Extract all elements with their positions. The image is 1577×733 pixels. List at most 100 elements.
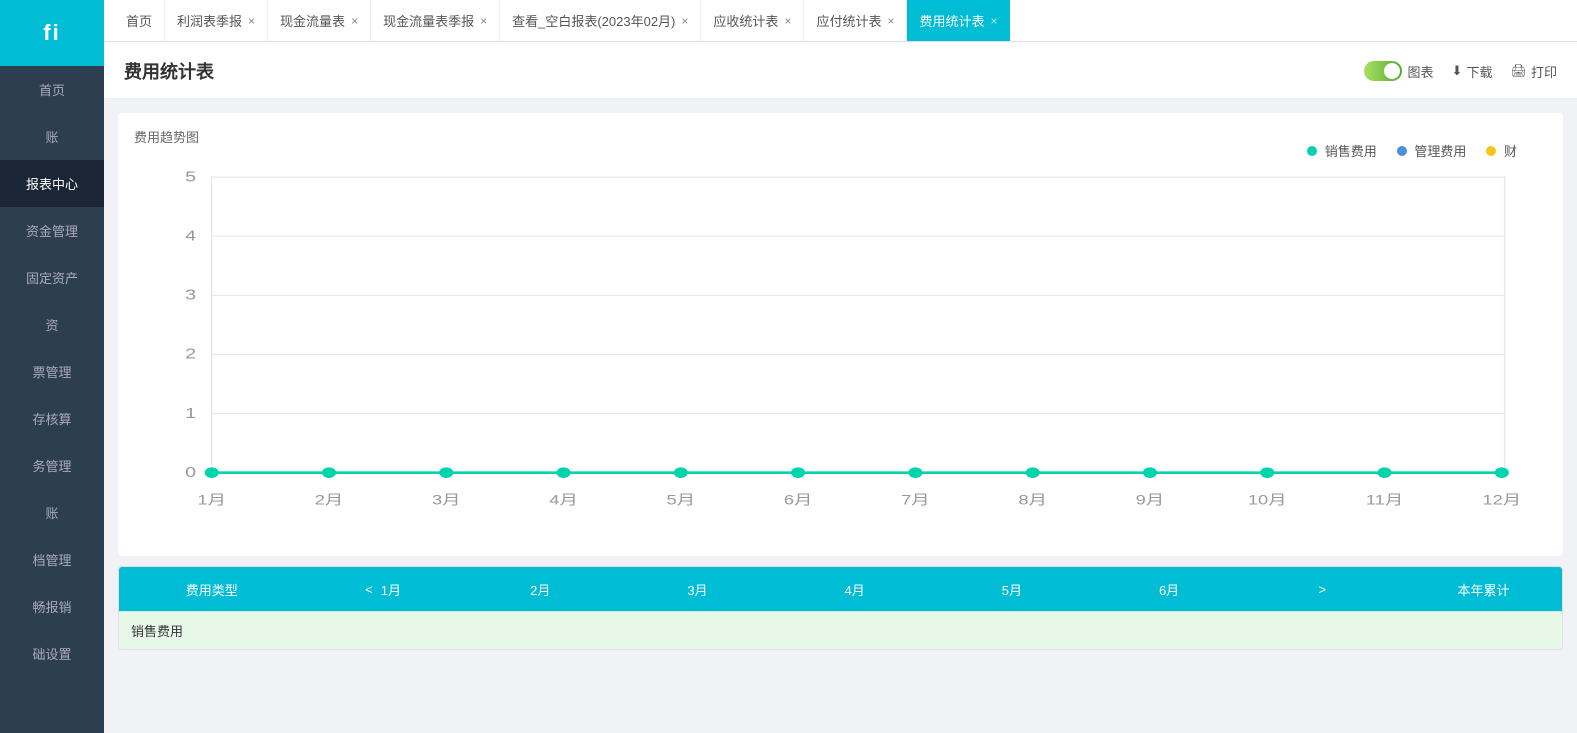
print-icon: 🖨	[1510, 63, 1527, 79]
svg-text:7月: 7月	[901, 492, 930, 507]
svg-text:1: 1	[185, 404, 196, 421]
th-nav-prev[interactable]: < 1月	[304, 580, 461, 599]
tab-payable[interactable]: 应付统计表 ×	[804, 0, 907, 42]
chart-toggle[interactable]	[1364, 61, 1402, 81]
sidebar-item-resource[interactable]: 资	[0, 301, 104, 348]
svg-text:0: 0	[185, 463, 196, 480]
point-7	[908, 467, 922, 478]
tab-home[interactable]: 首页	[114, 0, 165, 42]
td-col-6	[1093, 623, 1249, 639]
svg-text:4月: 4月	[549, 492, 578, 507]
svg-text:5月: 5月	[667, 492, 696, 507]
point-9	[1143, 467, 1157, 478]
legend-dot-admin	[1397, 146, 1407, 156]
svg-text:1月: 1月	[197, 492, 226, 507]
point-10	[1260, 467, 1274, 478]
tab-close-payable[interactable]: ×	[887, 14, 894, 28]
svg-text:8月: 8月	[1018, 492, 1047, 507]
sidebar-item-ticket[interactable]: 票管理	[0, 348, 104, 395]
data-table: 费用类型 < 1月 2月 3月 4月 5月	[118, 566, 1563, 650]
chart-toggle-wrap: 图表	[1364, 61, 1434, 81]
point-2	[322, 467, 336, 478]
th-col-4: 4月	[776, 580, 933, 599]
td-type: 销售费用	[119, 613, 311, 648]
tab-profit[interactable]: 利润表季报 ×	[165, 0, 268, 42]
sidebar-item-settings[interactable]: 础设置	[0, 630, 104, 677]
tab-bar: 首页 利润表季报 × 现金流量表 × 现金流量表季报 × 查看_空白报表(202…	[104, 0, 1577, 42]
legend-dot-finance	[1486, 146, 1496, 156]
point-11	[1377, 467, 1391, 478]
th-type: 费用类型	[119, 580, 304, 599]
chart-toggle-label: 图表	[1408, 62, 1434, 81]
line-chart: 5 4 3 2 1 0 1月 2月 3月 4月 5月 6月 7月	[134, 156, 1547, 536]
sidebar-item-reports[interactable]: 报表中心	[0, 160, 104, 207]
tab-close-expense-stats[interactable]: ×	[990, 14, 997, 28]
table-header: 费用类型 < 1月 2月 3月 4月 5月	[119, 567, 1562, 611]
point-4	[556, 467, 570, 478]
point-3	[439, 467, 453, 478]
tab-blank[interactable]: 查看_空白报表(2023年02月) ×	[500, 0, 701, 42]
svg-text:3: 3	[185, 286, 196, 303]
point-8	[1026, 467, 1040, 478]
tab-close-profit[interactable]: ×	[248, 14, 255, 28]
tab-cashflow[interactable]: 现金流量表 ×	[268, 0, 371, 42]
sidebar-item-home[interactable]: 首页	[0, 66, 104, 113]
point-6	[791, 467, 805, 478]
download-button[interactable]: ⬇ 下载	[1452, 62, 1493, 81]
td-col-4	[780, 623, 936, 639]
tab-cashflow-q[interactable]: 现金流量表季报 ×	[371, 0, 500, 42]
legend-dot-sales	[1307, 146, 1317, 156]
td-col-1	[311, 623, 467, 639]
sidebar: fi 首页 账 报表中心 资金管理 固定资产 资 票管理 存核算 务管理 账 档…	[0, 0, 104, 733]
th-col-5: 5月	[933, 580, 1090, 599]
page-actions: 图表 ⬇ 下载 🖨 打印	[1364, 61, 1557, 81]
th-col-total: 本年累计	[1405, 580, 1562, 599]
tab-close-blank[interactable]: ×	[681, 14, 688, 28]
sidebar-item-ledger[interactable]: 账	[0, 489, 104, 536]
svg-text:2月: 2月	[315, 492, 344, 507]
td-col-3	[624, 623, 780, 639]
page-title: 费用统计表	[124, 58, 214, 84]
print-label: 打印	[1531, 62, 1557, 81]
svg-text:9月: 9月	[1136, 492, 1165, 507]
svg-text:5: 5	[185, 168, 196, 185]
svg-text:6月: 6月	[784, 492, 813, 507]
sidebar-item-asset[interactable]: 固定资产	[0, 254, 104, 301]
th-col-2: 2月	[462, 580, 619, 599]
page-header: 费用统计表 图表 ⬇ 下载 🖨 打印	[104, 42, 1577, 99]
th-col-3: 3月	[619, 580, 776, 599]
point-12	[1495, 467, 1509, 478]
td-col-5	[937, 623, 1093, 639]
sidebar-item-account[interactable]: 账	[0, 113, 104, 160]
tab-expense-stats[interactable]: 费用统计表 ×	[907, 0, 1010, 42]
svg-text:12月: 12月	[1482, 492, 1521, 507]
print-button[interactable]: 🖨 打印	[1510, 62, 1557, 81]
sidebar-item-archive[interactable]: 档管理	[0, 536, 104, 583]
tab-receivable[interactable]: 应收统计表 ×	[701, 0, 804, 42]
main-area: 首页 利润表季报 × 现金流量表 × 现金流量表季报 × 查看_空白报表(202…	[104, 0, 1577, 733]
td-col-2	[468, 623, 624, 639]
sidebar-logo: fi	[0, 0, 104, 66]
th-nav-next[interactable]: >	[1248, 582, 1405, 597]
td-col-total	[1406, 623, 1562, 639]
point-1	[205, 467, 219, 478]
chart-wrap: 5 4 3 2 1 0 1月 2月 3月 4月 5月 6月 7月	[134, 156, 1547, 536]
svg-text:11月: 11月	[1366, 492, 1403, 507]
tab-close-cashflow-q[interactable]: ×	[480, 14, 487, 28]
td-col-nav	[1249, 623, 1405, 639]
point-5	[674, 467, 688, 478]
chart-card: 费用趋势图 销售费用 管理费用 财	[118, 113, 1563, 556]
tab-close-receivable[interactable]: ×	[784, 14, 791, 28]
download-label: 下载	[1466, 62, 1492, 81]
download-icon: ⬇	[1452, 63, 1463, 79]
sidebar-item-inventory[interactable]: 存核算	[0, 395, 104, 442]
sidebar-item-expense[interactable]: 畅报销	[0, 583, 104, 630]
th-col-6: 6月	[1090, 580, 1247, 599]
sidebar-item-service[interactable]: 务管理	[0, 442, 104, 489]
tab-close-cashflow[interactable]: ×	[351, 14, 358, 28]
page-content: 费用统计表 图表 ⬇ 下载 🖨 打印 费用趋势图	[104, 42, 1577, 733]
svg-text:4: 4	[185, 227, 196, 244]
svg-text:10月: 10月	[1248, 492, 1287, 507]
svg-text:2: 2	[185, 345, 196, 362]
sidebar-item-fund[interactable]: 资金管理	[0, 207, 104, 254]
